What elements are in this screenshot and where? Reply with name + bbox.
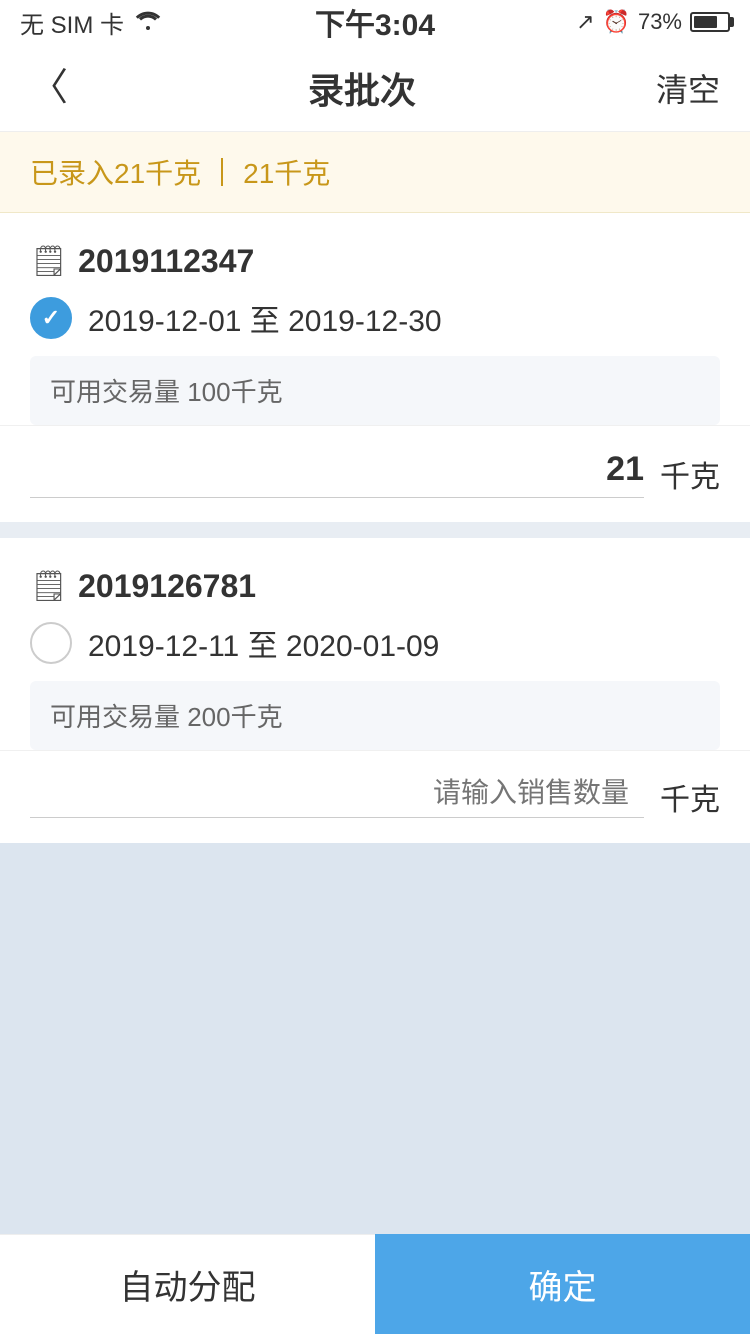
batch-id-icon-2: 🗒: [30, 569, 68, 604]
batch-card-1: 🗒 2019112347 2019-12-01 至 2019-12-30 可用交…: [0, 213, 750, 425]
quantity-input-2[interactable]: [30, 777, 644, 818]
clear-button[interactable]: 清空: [656, 65, 720, 111]
back-button[interactable]: 〈: [30, 69, 68, 107]
batch-id-1: 2019112347: [78, 243, 254, 280]
empty-area: [0, 843, 750, 1243]
page-content: 已录入21千克 21千克 🗒 2019112347 2019-12-01 至 2…: [0, 132, 750, 1243]
section-divider: [0, 522, 750, 538]
status-right: ↗ ⏰ 73%: [576, 9, 730, 35]
batch-date-row-1[interactable]: 2019-12-01 至 2019-12-30: [30, 296, 720, 340]
battery-percent: 73%: [638, 9, 682, 35]
batch-header-1: 🗒 2019112347: [30, 243, 720, 280]
quantity-input-wrap-1: 21: [30, 450, 644, 498]
alarm-icon: ⏰: [603, 9, 630, 35]
battery-icon: [690, 12, 730, 32]
batch-id-2: 2019126781: [78, 568, 256, 605]
wifi-icon: [134, 8, 162, 37]
confirm-button[interactable]: 确定: [375, 1234, 750, 1334]
batch-date-2: 2019-12-11 至 2020-01-09: [88, 621, 439, 665]
radio-2[interactable]: [30, 622, 72, 664]
quantity-unit-1: 千克: [660, 452, 720, 496]
batch-date-row-2[interactable]: 2019-12-11 至 2020-01-09: [30, 621, 720, 665]
batch-id-icon-1: 🗒: [30, 244, 68, 279]
batch-available-2: 可用交易量 200千克: [30, 681, 720, 750]
summary-divider: [221, 158, 223, 186]
radio-1[interactable]: [30, 297, 72, 339]
summary-bar: 已录入21千克 21千克: [0, 132, 750, 213]
summary-value: 21千克: [243, 152, 330, 192]
quantity-unit-2: 千克: [660, 775, 720, 819]
summary-entered-label: 已录入21千克: [30, 152, 201, 192]
quantity-row-1: 21 千克: [0, 425, 750, 522]
quantity-row-2: 千克: [0, 750, 750, 843]
nav-bar: 〈 录批次 清空: [0, 44, 750, 132]
status-time: 下午3:04: [315, 0, 435, 44]
batch-header-2: 🗒 2019126781: [30, 568, 720, 605]
status-bar: 无 SIM 卡 下午3:04 ↗ ⏰ 73%: [0, 0, 750, 44]
page-title: 录批次: [308, 62, 416, 114]
auto-distribute-button[interactable]: 自动分配: [0, 1234, 375, 1334]
carrier-label: 无 SIM 卡: [20, 5, 124, 40]
location-icon: ↗: [576, 9, 594, 35]
batch-date-1: 2019-12-01 至 2019-12-30: [88, 296, 442, 340]
batch-card-2: 🗒 2019126781 2019-12-11 至 2020-01-09 可用交…: [0, 538, 750, 750]
batch-available-1: 可用交易量 100千克: [30, 356, 720, 425]
quantity-value-1: 21: [606, 450, 644, 489]
bottom-bar: 自动分配 确定: [0, 1234, 750, 1334]
status-left: 无 SIM 卡: [20, 5, 162, 40]
